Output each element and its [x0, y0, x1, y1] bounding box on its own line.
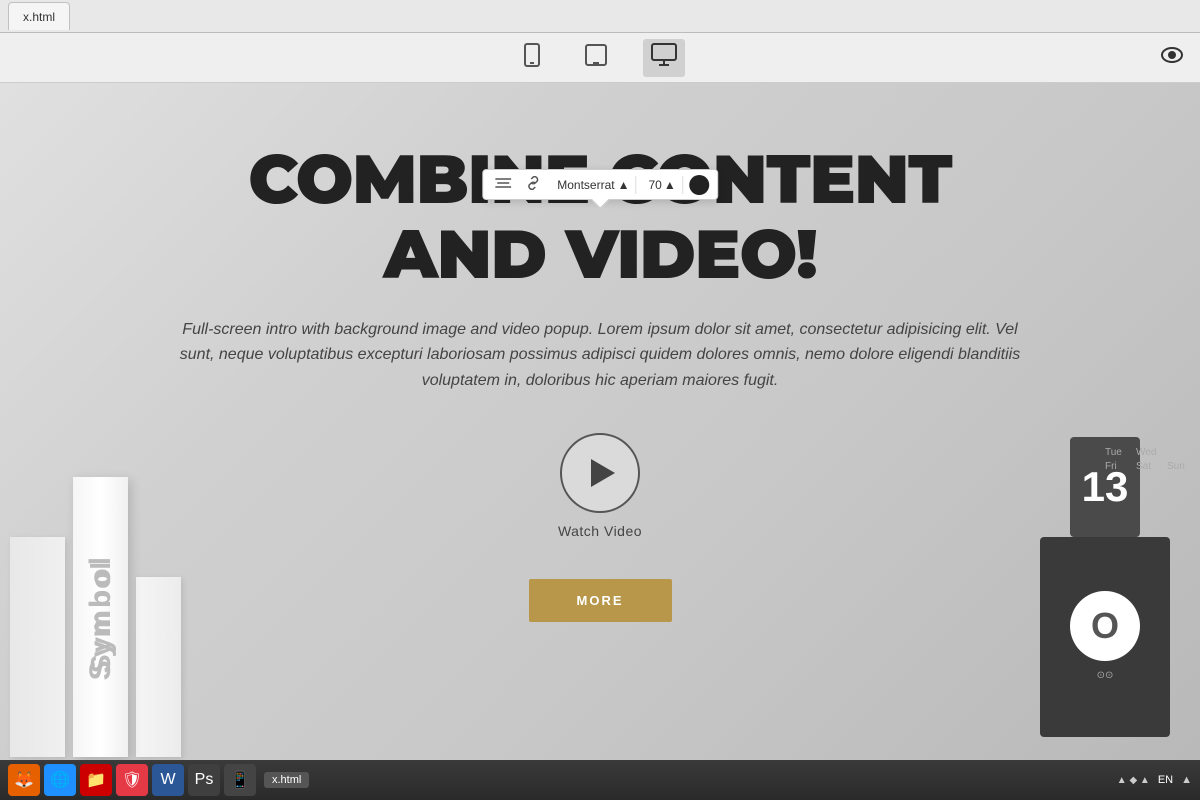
tab-label: x.html — [23, 10, 55, 24]
color-picker[interactable] — [689, 175, 709, 195]
taskbar-icon-3[interactable]: 📁 — [80, 764, 112, 796]
font-size-selector[interactable]: 70 ▲ — [643, 176, 683, 194]
font-size-value: 70 — [649, 178, 662, 192]
size-caret: ▲ — [664, 178, 676, 192]
hero-subtext: Full-screen intro with background image … — [170, 317, 1030, 394]
hero-heading: COMBINE CONTENT and VIDEO! — [40, 143, 1160, 293]
play-triangle-icon — [591, 459, 615, 487]
taskbar: 🦊 🌐 📁 🛡 W Ps 📱 x.html ▲ ◆ ▲ EN ▲ — [0, 760, 1200, 800]
preview-eye-icon[interactable] — [1160, 46, 1184, 69]
font-name: Montserrat — [557, 178, 614, 192]
device-desktop-icon[interactable] — [643, 39, 685, 77]
system-tray-lang: EN — [1158, 774, 1173, 786]
font-caret: ▲ — [618, 178, 630, 192]
floating-text-toolbar: Montserrat ▲ 70 ▲ — [482, 169, 718, 200]
taskbar-icon-6[interactable]: Ps — [188, 764, 220, 796]
taskbar-icon-5[interactable]: W — [152, 764, 184, 796]
main-content: Symbol 13 O ⊙⊙ Tue Wed Fri Sat Sun — [0, 83, 1200, 797]
font-selector[interactable]: Montserrat ▲ — [551, 176, 636, 194]
align-button[interactable] — [491, 175, 515, 194]
taskbar-active-app[interactable]: x.html — [264, 772, 309, 788]
play-button[interactable] — [560, 433, 640, 513]
system-tray: ▲ ◆ ▲ EN ▲ — [1117, 774, 1192, 786]
browser-chrome: x.html — [0, 0, 1200, 33]
taskbar-firefox-icon[interactable]: 🦊 — [8, 764, 40, 796]
more-button[interactable]: MORE — [529, 579, 672, 622]
system-tray-icons: ▲ ◆ ▲ — [1117, 775, 1150, 786]
clock-label: ⊙⊙ — [1097, 669, 1114, 683]
device-toggle-group — [515, 39, 685, 77]
heading-line2: and VIDEO! — [383, 213, 816, 296]
tab-bar: x.html — [0, 0, 1200, 32]
hero-text-area: COMBINE CONTENT and VIDEO! Full-screen i… — [0, 83, 1200, 622]
browser-tab[interactable]: x.html — [8, 2, 70, 30]
active-app-label: x.html — [272, 774, 301, 786]
editor-toolbar — [0, 33, 1200, 83]
watch-video-label: Watch Video — [558, 523, 642, 539]
device-tablet-icon[interactable] — [577, 39, 615, 77]
link-button[interactable] — [521, 174, 545, 195]
taskbar-icon-7[interactable]: 📱 — [224, 764, 256, 796]
taskbar-icon-2[interactable]: 🌐 — [44, 764, 76, 796]
system-tray-more: ▲ — [1181, 774, 1192, 786]
watch-video-container: Watch Video — [40, 433, 1160, 539]
taskbar-icon-4[interactable]: 🛡 — [116, 764, 148, 796]
device-mobile-icon[interactable] — [515, 39, 549, 77]
